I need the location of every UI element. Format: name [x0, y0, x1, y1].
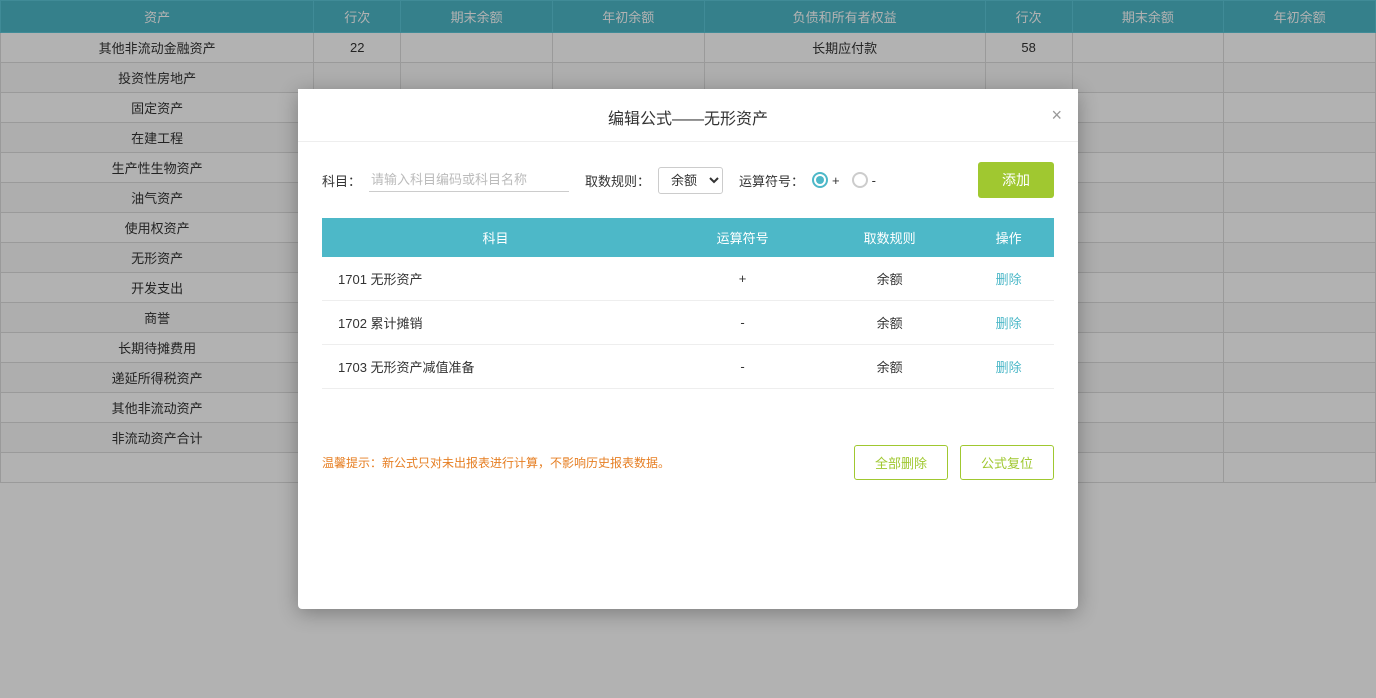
subject-cell: 1702 累计摊销 [322, 301, 669, 345]
action-cell: 删除 [963, 301, 1054, 345]
form-row: 科目： 取数规则： 余额 运算符号： [322, 162, 1054, 198]
subject-label: 科目： [322, 171, 361, 190]
modal-footer: 温馨提示：新公式只对未出报表进行计算，不影响历史报表数据。 全部删除 公式复位 [298, 429, 1078, 496]
rule-select-wrap: 余额 [658, 167, 723, 194]
delete-link[interactable]: 删除 [996, 360, 1022, 375]
data-table: 科目 运算符号 取数规则 操作 1701 无形资产+余额删除1702 累计摊销-… [322, 218, 1054, 389]
col-operator: 运算符号 [669, 218, 816, 257]
rule-label: 取数规则： [585, 171, 650, 190]
modal-dialog: 编辑公式——无形资产 × 科目： 取数规则： 余额 [298, 89, 1078, 609]
rule-group: 取数规则： 余额 [585, 167, 723, 194]
rule-select[interactable]: 余额 [658, 167, 723, 194]
rule-cell: 余额 [816, 257, 963, 301]
subject-cell: 1701 无形资产 [322, 257, 669, 301]
delete-link[interactable]: 删除 [996, 316, 1022, 331]
subject-input[interactable] [369, 168, 569, 192]
table-row: 1703 无形资产减值准备-余额 删除 [322, 345, 1054, 389]
reset-button[interactable]: 公式复位 [960, 445, 1054, 480]
operator-label: 运算符号： [739, 171, 804, 190]
radio-group: + - [812, 172, 876, 188]
table-row: 1701 无形资产+余额 删除 [322, 257, 1054, 301]
table-row: 1702 累计摊销-余额 删除 [322, 301, 1054, 345]
col-action: 操作 [963, 218, 1054, 257]
delete-link[interactable]: 删除 [996, 272, 1022, 287]
modal-title: 编辑公式——无形资产 [608, 111, 768, 128]
radio-minus[interactable]: - [852, 172, 876, 188]
radio-plus-label: + [832, 173, 840, 188]
col-subject: 科目 [322, 218, 669, 257]
radio-minus-circle [852, 172, 868, 188]
action-cell: 删除 [963, 345, 1054, 389]
operator-group: 运算符号： + - [739, 171, 876, 190]
rule-cell: 余额 [816, 345, 963, 389]
footer-tip-text: 温馨提示：新公式只对未出报表进行计算，不影响历史报表数据。 [322, 456, 670, 470]
col-rule: 取数规则 [816, 218, 963, 257]
delete-all-button[interactable]: 全部删除 [854, 445, 948, 480]
add-button[interactable]: 添加 [978, 162, 1054, 198]
radio-minus-label: - [872, 173, 876, 188]
rule-cell: 余额 [816, 301, 963, 345]
action-cell: 删除 [963, 257, 1054, 301]
close-icon[interactable]: × [1051, 106, 1062, 124]
modal-header: 编辑公式——无形资产 × [298, 89, 1078, 142]
table-header-row: 科目 运算符号 取数规则 操作 [322, 218, 1054, 257]
modal-body: 科目： 取数规则： 余额 运算符号： [298, 142, 1078, 409]
footer-buttons: 全部删除 公式复位 [854, 445, 1054, 480]
operator-cell: - [669, 345, 816, 389]
subject-cell: 1703 无形资产减值准备 [322, 345, 669, 389]
subject-group: 科目： [322, 168, 569, 192]
modal-overlay: 编辑公式——无形资产 × 科目： 取数规则： 余额 [0, 0, 1376, 698]
footer-tip: 温馨提示：新公式只对未出报表进行计算，不影响历史报表数据。 [322, 454, 670, 471]
radio-plus[interactable]: + [812, 172, 840, 188]
radio-plus-circle [812, 172, 828, 188]
operator-cell: - [669, 301, 816, 345]
operator-cell: + [669, 257, 816, 301]
